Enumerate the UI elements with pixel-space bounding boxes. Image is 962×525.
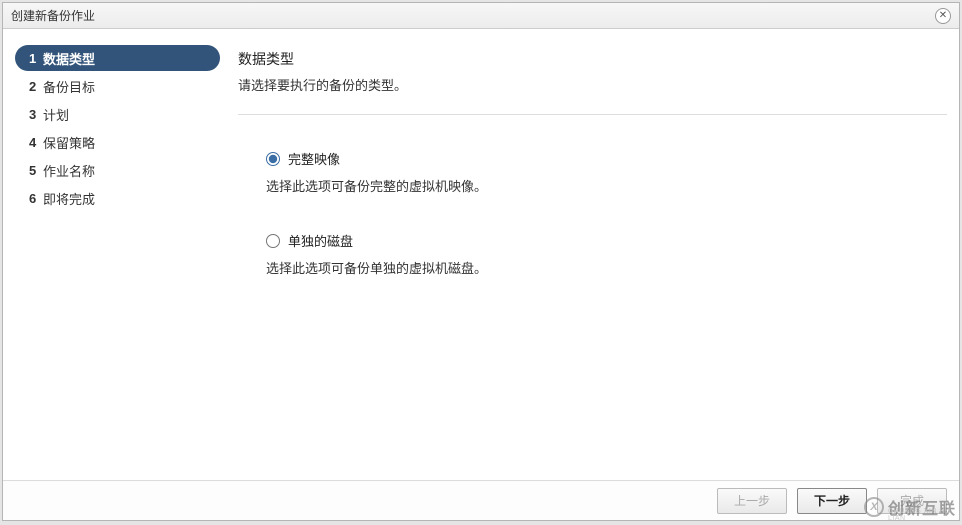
radio-description: 选择此选项可备份完整的虚拟机映像。 bbox=[266, 176, 947, 195]
radio-description: 选择此选项可备份单独的虚拟机磁盘。 bbox=[266, 258, 947, 277]
close-icon[interactable]: ✕ bbox=[935, 8, 951, 24]
radio-option-individual-disk: 单独的磁盘 选择此选项可备份单独的虚拟机磁盘。 bbox=[266, 231, 947, 277]
dialog-title: 创建新备份作业 bbox=[11, 7, 95, 24]
radio-individual-disk[interactable] bbox=[266, 234, 280, 248]
step-label: 数据类型 bbox=[43, 49, 95, 68]
step-number: 3 bbox=[29, 107, 43, 122]
divider bbox=[238, 114, 947, 115]
prev-button[interactable]: 上一步 bbox=[717, 488, 787, 514]
radio-full-image[interactable] bbox=[266, 152, 280, 166]
backup-type-radio-group: 完整映像 选择此选项可备份完整的虚拟机映像。 单独的磁盘 选择此选项可备份单独的… bbox=[238, 149, 947, 277]
step-backup-target[interactable]: 2 备份目标 bbox=[15, 73, 220, 99]
step-label: 计划 bbox=[43, 105, 69, 124]
step-number: 5 bbox=[29, 163, 43, 178]
radio-label: 单独的磁盘 bbox=[288, 231, 353, 250]
step-ready[interactable]: 6 即将完成 bbox=[15, 185, 220, 211]
step-number: 4 bbox=[29, 135, 43, 150]
main-panel: 数据类型 请选择要执行的备份的类型。 完整映像 选择此选项可备份完整的虚拟机映像… bbox=[220, 41, 947, 467]
radio-label: 完整映像 bbox=[288, 149, 340, 168]
step-job-name[interactable]: 5 作业名称 bbox=[15, 157, 220, 183]
dialog: 创建新备份作业 ✕ 1 数据类型 2 备份目标 3 计划 4 保留策略 5 作业… bbox=[2, 2, 960, 521]
panel-heading: 数据类型 bbox=[238, 49, 947, 69]
step-data-type[interactable]: 1 数据类型 bbox=[15, 45, 220, 71]
step-retention[interactable]: 4 保留策略 bbox=[15, 129, 220, 155]
step-schedule[interactable]: 3 计划 bbox=[15, 101, 220, 127]
title-bar: 创建新备份作业 ✕ bbox=[3, 3, 959, 29]
panel-subheading: 请选择要执行的备份的类型。 bbox=[238, 75, 947, 94]
wizard-sidebar: 1 数据类型 2 备份目标 3 计划 4 保留策略 5 作业名称 6 即将完成 bbox=[15, 41, 220, 467]
step-number: 6 bbox=[29, 191, 43, 206]
finish-button[interactable]: 完成 bbox=[877, 488, 947, 514]
step-label: 作业名称 bbox=[43, 161, 95, 180]
step-number: 1 bbox=[29, 51, 43, 66]
content-area: 1 数据类型 2 备份目标 3 计划 4 保留策略 5 作业名称 6 即将完成 bbox=[3, 29, 959, 479]
radio-option-full-image: 完整映像 选择此选项可备份完整的虚拟机映像。 bbox=[266, 149, 947, 195]
step-label: 即将完成 bbox=[43, 189, 95, 208]
dialog-footer: 上一步 下一步 完成 bbox=[3, 480, 959, 520]
step-number: 2 bbox=[29, 79, 43, 94]
next-button[interactable]: 下一步 bbox=[797, 488, 867, 514]
step-label: 保留策略 bbox=[43, 133, 95, 152]
step-label: 备份目标 bbox=[43, 77, 95, 96]
